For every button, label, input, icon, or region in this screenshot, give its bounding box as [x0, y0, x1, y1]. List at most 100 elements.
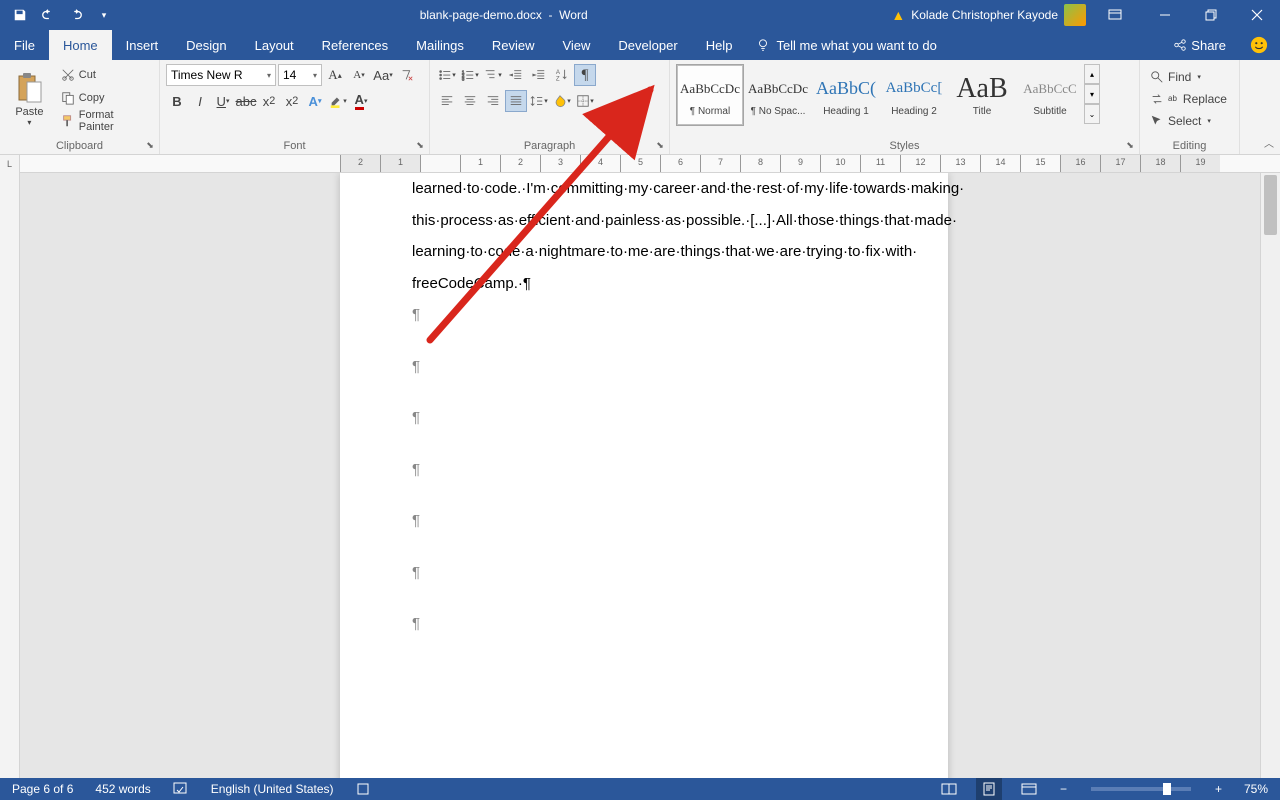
style-subtitle[interactable]: AaBbCcCSubtitle: [1016, 64, 1084, 126]
close-button[interactable]: [1234, 0, 1280, 30]
maximize-button[interactable]: [1188, 0, 1234, 30]
web-layout-button[interactable]: [1016, 778, 1042, 800]
line-spacing-button[interactable]: ▾: [528, 90, 550, 112]
replace-button[interactable]: abReplace: [1146, 88, 1231, 110]
justify-button[interactable]: [505, 90, 527, 112]
clear-formatting-button[interactable]: [396, 64, 418, 86]
vertical-ruler[interactable]: [0, 173, 20, 778]
style-nospac[interactable]: AaBbCcDc¶ No Spac...: [744, 64, 812, 126]
user-name[interactable]: Kolade Christopher Kayode: [911, 8, 1058, 22]
macro-status[interactable]: [352, 778, 374, 800]
styles-dialog-launcher[interactable]: ⬊: [1123, 138, 1137, 152]
style-heading2[interactable]: AaBbCc[Heading 2: [880, 64, 948, 126]
styles-scroll-up[interactable]: ▴: [1084, 64, 1100, 84]
paragraph-dialog-launcher[interactable]: ⬊: [653, 138, 667, 152]
tab-selector[interactable]: L: [0, 155, 20, 173]
vertical-scrollbar[interactable]: [1260, 173, 1280, 778]
copy-button[interactable]: Copy: [57, 87, 153, 109]
collapse-ribbon-button[interactable]: ︿: [1264, 135, 1274, 150]
font-dialog-launcher[interactable]: ⬊: [413, 138, 427, 152]
group-label-styles: Styles: [670, 140, 1139, 154]
font-color-button[interactable]: A▾: [350, 90, 372, 112]
superscript-button[interactable]: x2: [281, 90, 303, 112]
underline-button[interactable]: U▾: [212, 90, 234, 112]
body-text: learning·to·code·a·nightmare·to·me·are·t…: [412, 236, 876, 268]
avatar[interactable]: [1064, 4, 1086, 26]
tab-home[interactable]: Home: [49, 30, 112, 60]
language-status[interactable]: English (United States): [207, 778, 338, 800]
grow-font-button[interactable]: A▴: [324, 64, 346, 86]
show-hide-paragraph-marks-button[interactable]: ¶: [574, 64, 596, 86]
ribbon-display-options[interactable]: [1092, 0, 1138, 30]
window-title: blank-page-demo.docx - Word: [116, 8, 891, 22]
align-right-button[interactable]: [482, 90, 504, 112]
select-button[interactable]: Select▾: [1146, 110, 1215, 132]
share-button[interactable]: Share: [1161, 38, 1238, 53]
bullets-button[interactable]: ▾: [436, 64, 458, 86]
align-left-button[interactable]: [436, 90, 458, 112]
tab-developer[interactable]: Developer: [604, 30, 691, 60]
tab-help[interactable]: Help: [692, 30, 747, 60]
group-label-paragraph: Paragraph: [430, 140, 669, 154]
shading-button[interactable]: ▾: [551, 90, 573, 112]
horizontal-ruler[interactable]: 2112345678910111213141516171819: [20, 155, 1280, 172]
redo-button[interactable]: [64, 3, 88, 27]
change-case-button[interactable]: Aa▾: [372, 64, 394, 86]
zoom-level[interactable]: 75%: [1240, 778, 1272, 800]
scroll-thumb[interactable]: [1264, 175, 1277, 235]
styles-expand[interactable]: ⌄: [1084, 104, 1100, 124]
font-name-combo[interactable]: Times New R▾: [166, 64, 276, 86]
spell-check-status[interactable]: [169, 778, 193, 800]
save-button[interactable]: [8, 3, 32, 27]
tell-me-search[interactable]: Tell me what you want to do: [756, 38, 1161, 53]
tab-review[interactable]: Review: [478, 30, 549, 60]
numbering-button[interactable]: 123▾: [459, 64, 481, 86]
format-painter-button[interactable]: Format Painter: [57, 110, 153, 132]
feedback-icon[interactable]: [1250, 36, 1268, 54]
page-number-status[interactable]: Page 6 of 6: [8, 778, 77, 800]
undo-button[interactable]: [36, 3, 60, 27]
group-label-clipboard: Clipboard: [0, 140, 159, 154]
document-page[interactable]: learned·to·code.·I'm·committing·my·caree…: [340, 173, 948, 778]
tab-mailings[interactable]: Mailings: [402, 30, 478, 60]
style-heading1[interactable]: AaBbC(Heading 1: [812, 64, 880, 126]
paragraph-mark: ¶: [412, 608, 876, 640]
shrink-font-button[interactable]: A▾: [348, 64, 370, 86]
paste-button[interactable]: Paste▾: [6, 64, 53, 134]
zoom-in-button[interactable]: +: [1211, 782, 1226, 796]
highlight-button[interactable]: ▾: [327, 90, 349, 112]
tab-view[interactable]: View: [548, 30, 604, 60]
bold-button[interactable]: B: [166, 90, 188, 112]
tab-references[interactable]: References: [308, 30, 402, 60]
decrease-indent-button[interactable]: [505, 64, 527, 86]
text-effects-button[interactable]: A▾: [304, 90, 326, 112]
find-button[interactable]: Find▾: [1146, 66, 1205, 88]
style-title[interactable]: AaBTitle: [948, 64, 1016, 126]
qat-customize[interactable]: ▾: [92, 3, 116, 27]
tab-design[interactable]: Design: [172, 30, 240, 60]
multilevel-list-button[interactable]: ▾: [482, 64, 504, 86]
tab-file[interactable]: File: [0, 30, 49, 60]
increase-indent-button[interactable]: [528, 64, 550, 86]
print-layout-button[interactable]: [976, 778, 1002, 800]
word-count-status[interactable]: 452 words: [91, 778, 154, 800]
strikethrough-button[interactable]: abc: [235, 90, 257, 112]
read-mode-button[interactable]: [936, 778, 962, 800]
zoom-out-button[interactable]: −: [1056, 782, 1071, 796]
zoom-slider[interactable]: [1091, 787, 1191, 791]
font-size-combo[interactable]: 14▾: [278, 64, 322, 86]
cut-button[interactable]: Cut: [57, 64, 153, 86]
borders-button[interactable]: ▾: [574, 90, 596, 112]
tab-layout[interactable]: Layout: [241, 30, 308, 60]
sort-button[interactable]: AZ: [551, 64, 573, 86]
paragraph-mark: ¶: [412, 402, 876, 434]
subscript-button[interactable]: x2: [258, 90, 280, 112]
tab-insert[interactable]: Insert: [112, 30, 173, 60]
body-text: freeCodeCamp.·¶: [412, 268, 876, 300]
align-center-button[interactable]: [459, 90, 481, 112]
styles-scroll-down[interactable]: ▾: [1084, 84, 1100, 104]
italic-button[interactable]: I: [189, 90, 211, 112]
style-normal[interactable]: AaBbCcDc¶ Normal: [676, 64, 744, 126]
minimize-button[interactable]: [1142, 0, 1188, 30]
clipboard-dialog-launcher[interactable]: ⬊: [143, 138, 157, 152]
